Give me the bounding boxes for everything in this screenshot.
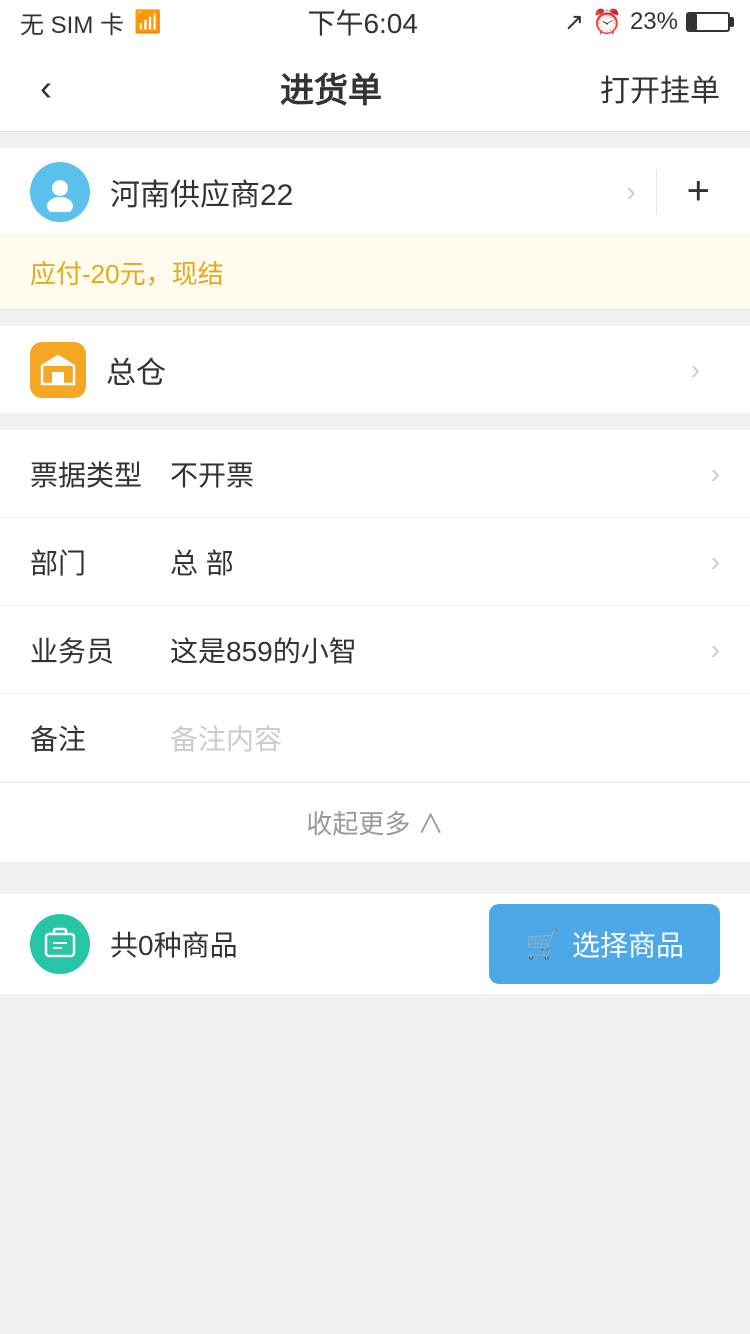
warehouse-icon — [40, 352, 76, 388]
supplier-chevron-icon: › — [626, 176, 635, 208]
department-chevron-icon: › — [711, 546, 720, 578]
status-time: 下午6:04 — [307, 2, 418, 42]
wifi-icon: 📶 — [134, 9, 161, 35]
product-icon-wrap — [30, 914, 90, 974]
supplier-avatar — [30, 162, 90, 222]
carrier-text: 无 SIM 卡 — [20, 5, 124, 40]
collapse-button[interactable]: 收起更多 ∧ — [0, 782, 750, 862]
warehouse-chevron-icon: › — [691, 354, 700, 386]
supplier-section: 河南供应商22 › + 应付-20元，现结 — [0, 148, 750, 310]
status-left: 无 SIM 卡 📶 — [20, 5, 161, 40]
invoice-type-label: 票据类型 — [30, 454, 170, 494]
select-product-button[interactable]: 🛒 选择商品 — [489, 904, 720, 984]
supplier-name: 河南供应商22 — [110, 170, 626, 214]
invoice-type-chevron-icon: › — [711, 458, 720, 490]
mid-divider2 — [0, 414, 750, 430]
status-bar: 无 SIM 卡 📶 下午6:04 ↗ ⏰ 23% — [0, 0, 750, 44]
nav-bar: ‹ 进货单 打开挂单 — [0, 44, 750, 132]
vertical-divider — [656, 170, 657, 214]
location-icon: ↗ — [564, 8, 584, 37]
top-divider — [0, 132, 750, 148]
bottom-divider — [0, 862, 750, 878]
alarm-icon: ⏰ — [592, 8, 622, 37]
warehouse-icon-wrap — [30, 342, 86, 398]
department-value: 总 部 — [170, 542, 711, 582]
page-background — [0, 994, 750, 1294]
product-count-label: 共0种商品 — [110, 924, 489, 964]
salesperson-value: 这是859的小智 — [170, 630, 711, 670]
select-product-label: 选择商品 — [572, 924, 684, 964]
supplier-row[interactable]: 河南供应商22 › + — [0, 148, 750, 236]
salesperson-row[interactable]: 业务员 这是859的小智 › — [0, 606, 750, 694]
product-bottom-bar: 共0种商品 🛒 选择商品 — [0, 894, 750, 994]
remark-label: 备注 — [30, 718, 170, 758]
invoice-type-value: 不开票 — [170, 454, 711, 494]
product-icon — [42, 926, 78, 962]
remark-row[interactable]: 备注 备注内容 — [0, 694, 750, 782]
mid-divider1 — [0, 310, 750, 326]
select-product-icon: 🛒 — [525, 928, 560, 961]
notice-banner: 应付-20元，现结 — [0, 236, 750, 310]
notice-text: 应付-20元，现结 — [30, 259, 224, 289]
avatar-icon — [40, 172, 80, 212]
add-supplier-button[interactable]: + — [677, 169, 720, 214]
back-button[interactable]: ‹ — [30, 57, 62, 119]
battery-percent: 23% — [630, 8, 678, 36]
remark-input[interactable]: 备注内容 — [170, 718, 720, 758]
battery-icon — [686, 12, 730, 32]
invoice-type-row[interactable]: 票据类型 不开票 › — [0, 430, 750, 518]
salesperson-chevron-icon: › — [711, 634, 720, 666]
warehouse-row[interactable]: 总仓 › — [0, 326, 750, 414]
department-row[interactable]: 部门 总 部 › — [0, 518, 750, 606]
collapse-label: 收起更多 ∧ — [306, 804, 443, 841]
warehouse-name: 总仓 — [106, 348, 691, 392]
salesperson-label: 业务员 — [30, 630, 170, 670]
form-section: 票据类型 不开票 › 部门 总 部 › 业务员 这是859的小智 › 备注 备注… — [0, 430, 750, 862]
department-label: 部门 — [30, 542, 170, 582]
open-pending-button[interactable]: 打开挂单 — [600, 66, 720, 110]
status-right: ↗ ⏰ 23% — [564, 8, 730, 37]
page-title: 进货单 — [280, 63, 382, 112]
